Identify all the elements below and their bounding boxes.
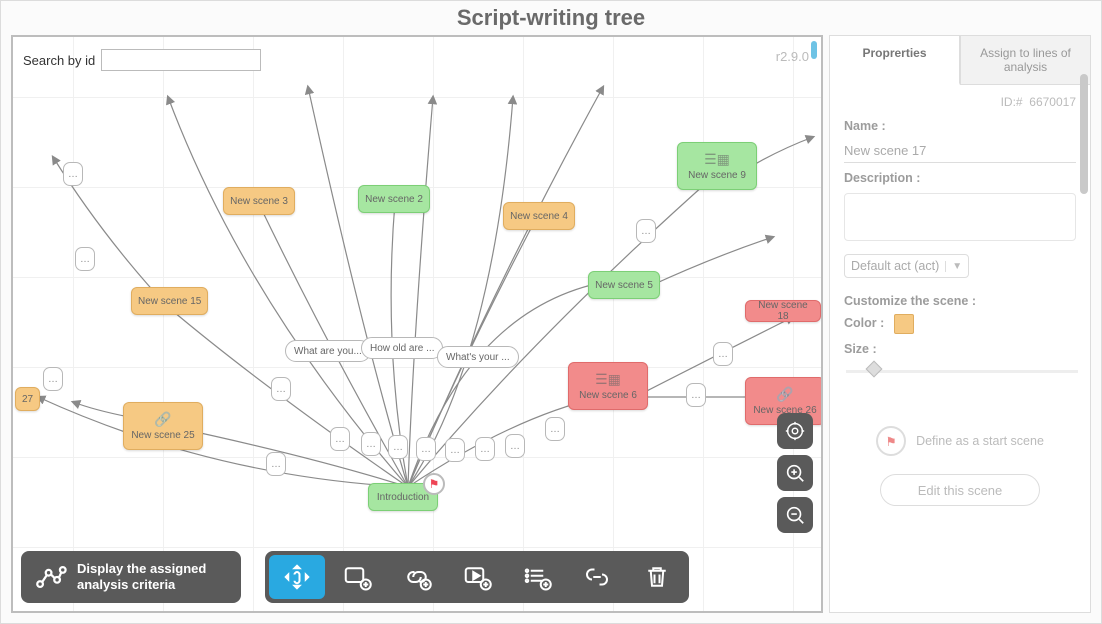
scene-node[interactable]: 27: [15, 387, 40, 411]
connector-node[interactable]: …: [361, 432, 381, 456]
display-analysis-label: Display the assigned analysis criteria: [77, 561, 229, 592]
link-icon: 🔗: [154, 411, 171, 428]
tool-delete[interactable]: [629, 555, 685, 599]
edit-scene-button[interactable]: Edit this scene: [880, 474, 1040, 506]
scene-node[interactable]: ☰▦ New scene 9: [677, 142, 757, 190]
canvas-grid: [13, 37, 821, 611]
start-flag-marker[interactable]: ⚑: [423, 473, 445, 495]
chevron-down-icon: ▼: [945, 261, 962, 272]
connector-node[interactable]: …: [545, 417, 565, 441]
scene-node[interactable]: New scene 3: [223, 187, 295, 215]
scene-id: ID:# 6670017: [844, 95, 1076, 109]
color-swatch[interactable]: [894, 314, 914, 334]
zoom-out-button[interactable]: [777, 497, 813, 533]
tool-tray: [265, 551, 689, 603]
display-analysis-button[interactable]: Display the assigned analysis criteria: [21, 551, 241, 603]
tool-link-nodes[interactable]: [569, 555, 625, 599]
connector-node[interactable]: …: [330, 427, 350, 451]
page-title: Script-writing tree: [1, 1, 1101, 33]
scene-node[interactable]: New scene 18: [745, 300, 821, 322]
customize-label: Customize the scene :: [844, 294, 1076, 308]
tool-add-media[interactable]: [449, 555, 505, 599]
connector-node[interactable]: …: [636, 219, 656, 243]
connector-node[interactable]: …: [475, 437, 495, 461]
connector-node[interactable]: …: [271, 377, 291, 401]
size-slider[interactable]: [846, 370, 1078, 373]
connector-node[interactable]: …: [75, 247, 95, 271]
recenter-button[interactable]: [777, 413, 813, 449]
version-label: r2.9.0: [776, 49, 809, 64]
connector-node[interactable]: …: [416, 437, 436, 461]
connector-node[interactable]: …: [686, 383, 706, 407]
define-start-button[interactable]: ⚑: [876, 426, 906, 456]
connector-node[interactable]: …: [63, 162, 83, 186]
name-input[interactable]: [844, 137, 1076, 163]
scene-node-label: New scene 9: [688, 170, 746, 181]
properties-panel: Proprerties Assign to lines of analysis …: [829, 35, 1091, 613]
search-label: Search by id: [23, 53, 95, 68]
scene-type-icon: ☰▦: [595, 371, 621, 388]
define-start-label: Define as a start scene: [916, 434, 1044, 448]
search-group: Search by id: [23, 49, 261, 71]
tool-add-list[interactable]: [509, 555, 565, 599]
connector-node[interactable]: …: [266, 452, 286, 476]
connector-node[interactable]: …: [445, 438, 465, 462]
dialogue-bubble[interactable]: What's your ...: [437, 346, 519, 368]
dialogue-bubble[interactable]: What are you...: [285, 340, 371, 362]
act-select-value: Default act (act): [851, 259, 939, 273]
connector-node[interactable]: …: [43, 367, 63, 391]
search-input[interactable]: [101, 49, 261, 71]
tree-canvas[interactable]: Search by id r2.9.0: [11, 35, 823, 613]
connector-node[interactable]: …: [505, 434, 525, 458]
name-label: Name :: [844, 119, 1076, 133]
size-label: Size :: [844, 342, 1076, 356]
tool-add-link[interactable]: [389, 555, 445, 599]
tab-assign-analysis[interactable]: Assign to lines of analysis: [960, 36, 1090, 85]
color-label: Color :: [844, 316, 884, 330]
tab-properties[interactable]: Proprerties: [830, 36, 960, 85]
zoom-in-button[interactable]: [777, 455, 813, 491]
connector-node[interactable]: …: [713, 342, 733, 366]
tool-move[interactable]: [269, 555, 325, 599]
scene-type-icon: ☰▦: [704, 151, 730, 168]
scene-node[interactable]: New scene 15: [131, 287, 208, 315]
description-input[interactable]: [844, 193, 1076, 241]
act-select[interactable]: Default act (act) ▼: [844, 254, 969, 278]
scene-node[interactable]: New scene 2: [358, 185, 430, 213]
link-icon: 🔗: [776, 386, 793, 403]
scene-node[interactable]: New scene 5: [588, 271, 660, 299]
scene-node-label: New scene 25: [131, 430, 194, 441]
connector-node[interactable]: …: [388, 435, 408, 459]
panel-scrollbar[interactable]: [1080, 74, 1088, 194]
scene-node-label: New scene 6: [579, 390, 637, 401]
scene-node[interactable]: ☰▦ New scene 6: [568, 362, 648, 410]
dialogue-bubble[interactable]: How old are ...: [361, 337, 443, 359]
canvas-scroll-indicator: [811, 41, 817, 59]
scene-node[interactable]: New scene 4: [503, 202, 575, 230]
tool-add-scene[interactable]: [329, 555, 385, 599]
description-label: Description :: [844, 171, 1076, 185]
scene-node[interactable]: 🔗 New scene 25: [123, 402, 203, 450]
